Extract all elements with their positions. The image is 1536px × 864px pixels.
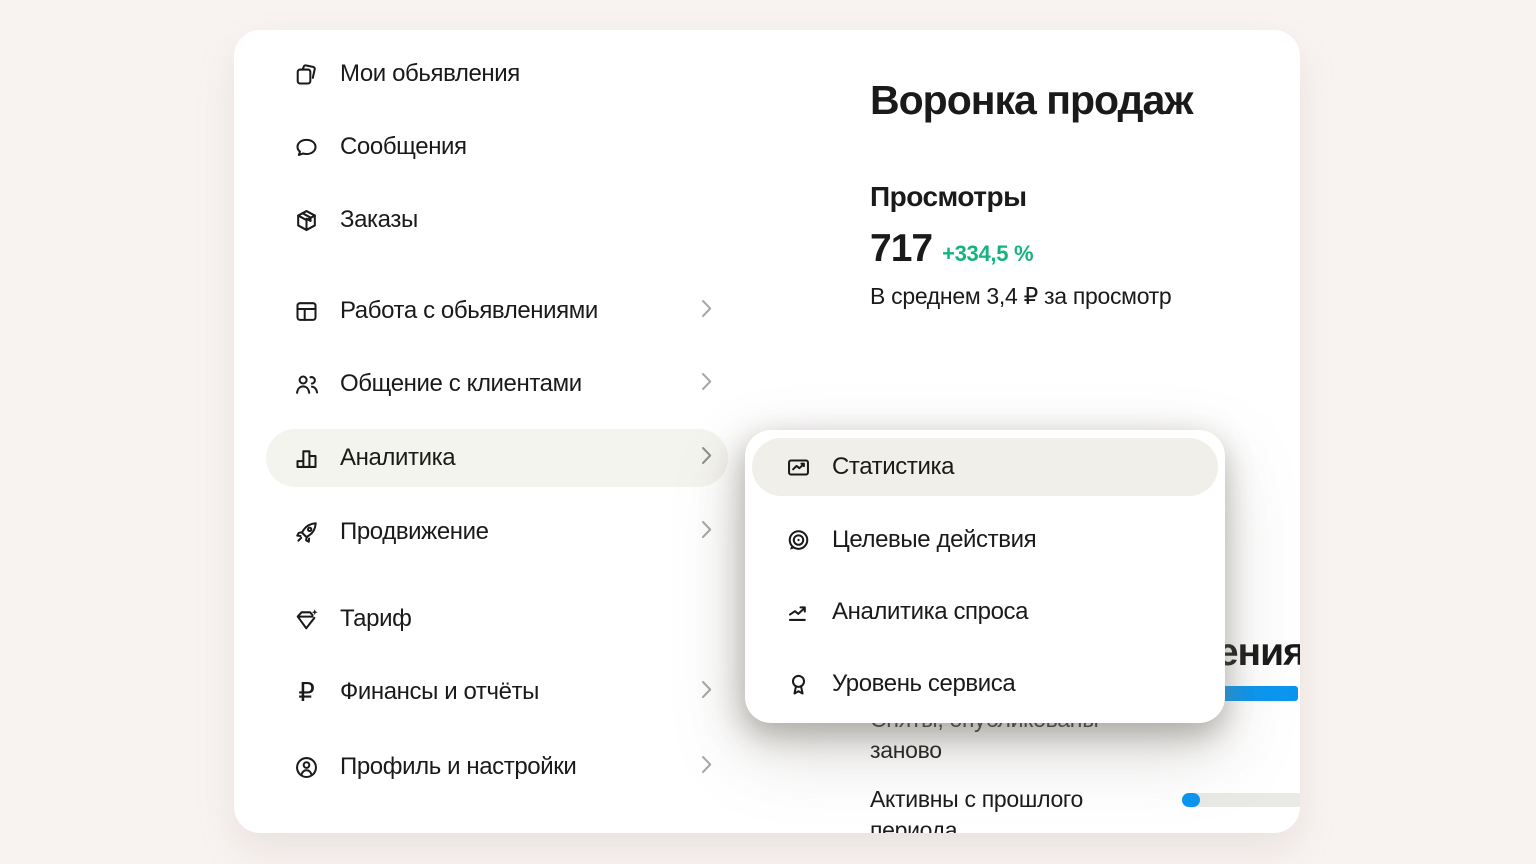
browser-window-icon <box>293 298 320 325</box>
sidebar-item-profile-settings[interactable]: Профиль и настройки <box>266 738 728 796</box>
sidebar-item-promotion[interactable]: Продвижение <box>266 503 728 561</box>
chat-bubble-icon <box>293 134 320 161</box>
medal-icon <box>785 671 812 698</box>
target-bubble-icon <box>785 527 812 554</box>
views-metric-label: Просмотры <box>870 181 1027 213</box>
views-metric-delta: +334,5 % <box>942 241 1033 266</box>
submenu-item-label: Аналитика спроса <box>832 598 1028 626</box>
sidebar-item-label: Работа с обьявлениями <box>340 297 701 325</box>
submenu-item-label: Целевые действия <box>832 526 1036 554</box>
views-metric-value: 717 <box>870 227 932 270</box>
sidebar-item-label: Сообщения <box>340 133 714 161</box>
listings-row-label: Активны с прошлого периода <box>870 784 1130 833</box>
sidebar-item-finance[interactable]: ₽ Финансы и отчёты <box>266 663 728 721</box>
diamond-sparkle-icon <box>293 606 320 633</box>
rocket-icon <box>293 519 320 546</box>
package-icon <box>293 207 320 234</box>
sidebar-item-orders[interactable]: Заказы <box>266 191 728 249</box>
bar-chart-icon <box>293 445 320 472</box>
copy-icon <box>293 61 320 88</box>
people-icon <box>293 371 320 398</box>
sidebar-item-messages[interactable]: Сообщения <box>266 118 728 176</box>
chevron-right-icon <box>701 299 712 323</box>
analytics-submenu: Статистика Целевые действия <box>745 430 1225 723</box>
sidebar-item-label: Профиль и настройки <box>340 753 701 781</box>
sidebar-item-client-communication[interactable]: Общение с клиентами <box>266 355 728 413</box>
chevron-right-icon <box>701 446 712 470</box>
sidebar-item-listings-work[interactable]: Работа с обьявлениями <box>266 282 728 340</box>
sidebar-item-label: Заказы <box>340 206 714 234</box>
submenu-item-target-actions[interactable]: Целевые действия <box>752 511 1218 569</box>
submenu-item-label: Статистика <box>832 453 954 481</box>
views-metric-note: В среднем 3,4 ₽ за просмотр <box>870 283 1171 310</box>
ruble-icon: ₽ <box>293 679 320 706</box>
profile-circle-icon <box>293 754 320 781</box>
stats-frame-icon <box>785 454 812 481</box>
views-metric-value-row: 717 +334,5 % <box>870 227 1033 271</box>
page-title: Воронка продаж <box>870 77 1192 124</box>
sidebar-item-tariff[interactable]: Тариф <box>266 590 728 648</box>
sidebar-item-analytics[interactable]: Аналитика <box>266 429 728 487</box>
submenu-item-demand-analytics[interactable]: Аналитика спроса <box>752 583 1218 641</box>
sidebar-item-label: Тариф <box>340 605 714 633</box>
chevron-right-icon <box>701 680 712 704</box>
sidebar-item-label: Продвижение <box>340 518 701 546</box>
sidebar-item-my-listings[interactable]: Мои обьявления <box>266 45 728 103</box>
chevron-right-icon <box>701 372 712 396</box>
submenu-item-statistics[interactable]: Статистика <box>752 438 1218 496</box>
dashboard-card: Мои обьявления Сообщения Заказы <box>234 30 1300 833</box>
listings-bar-row-2 <box>1182 793 1300 807</box>
chevron-right-icon <box>701 520 712 544</box>
trend-up-icon <box>785 599 812 626</box>
sidebar-item-label: Общение с клиентами <box>340 370 701 398</box>
submenu-item-label: Уровень сервиса <box>832 670 1015 698</box>
submenu-item-service-level[interactable]: Уровень сервиса <box>752 655 1218 713</box>
listings-bar-row-2-fill <box>1182 793 1200 807</box>
sidebar-item-label: Мои обьявления <box>340 60 714 88</box>
sidebar-item-label: Финансы и отчёты <box>340 678 701 706</box>
sidebar-item-label: Аналитика <box>340 444 701 472</box>
chevron-right-icon <box>701 755 712 779</box>
